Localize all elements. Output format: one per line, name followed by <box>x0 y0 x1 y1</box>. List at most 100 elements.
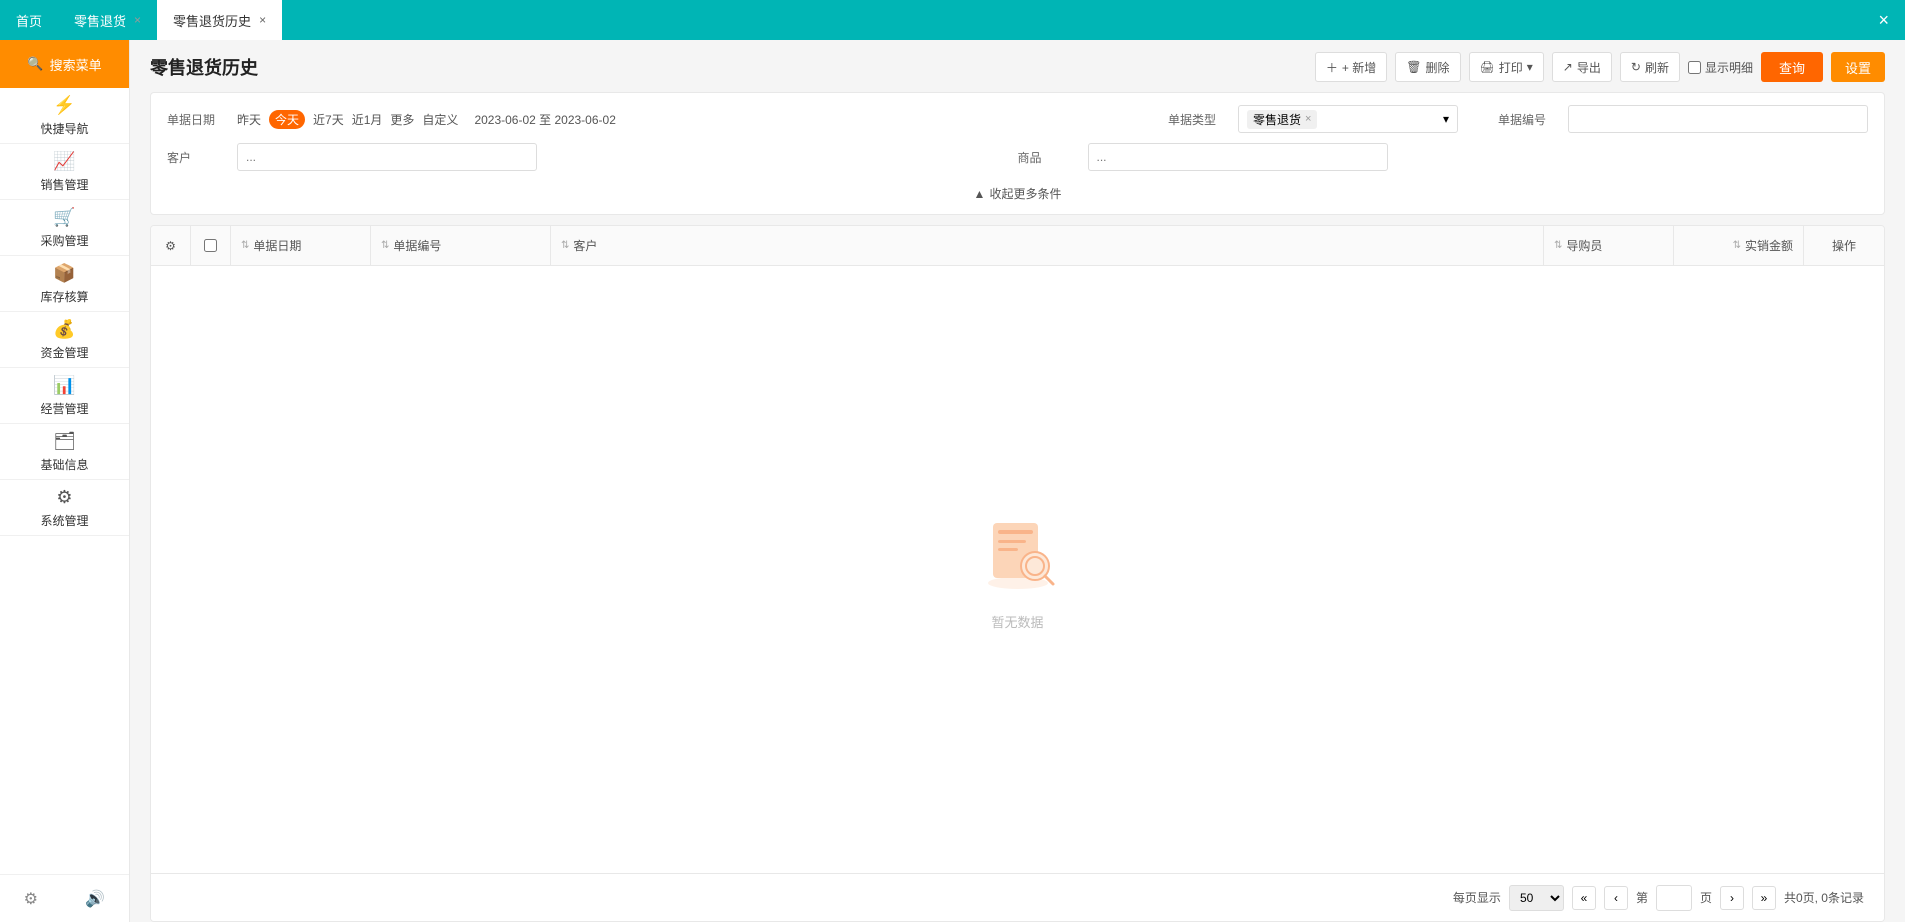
empty-text: 暂无数据 <box>991 612 1043 631</box>
type-tag-close[interactable]: × <box>1305 113 1311 125</box>
collapse-button[interactable]: ▲ 收起更多条件 <box>974 185 1062 202</box>
per-page-select[interactable]: 50 100 200 <box>1509 885 1564 911</box>
sidebar-item-purchase[interactable]: 🛒 采购管理 <box>0 200 129 256</box>
print-button[interactable]: 🖨 打印 ▾ <box>1469 52 1544 82</box>
sort-date-icon[interactable]: ⇅ <box>241 240 249 251</box>
th-customer-label: 客户 <box>573 237 597 254</box>
tab-retail-return-history-close[interactable]: × <box>259 13 266 27</box>
tab-home[interactable]: 首页 <box>0 0 58 40</box>
purchase-icon: 🛒 <box>53 207 75 228</box>
sales-icon: 📈 <box>53 151 75 172</box>
basicinfo-icon: 🗂 <box>53 431 76 452</box>
goods-filter-input[interactable] <box>1088 143 1388 171</box>
sidebar-audio-btn[interactable]: 🔊 <box>85 889 105 909</box>
customer-filter-label: 客户 <box>167 149 237 166</box>
next-page-btn[interactable]: › <box>1720 886 1744 910</box>
page-unit: 页 <box>1700 889 1712 906</box>
tab-retail-return-label: 零售退货 <box>74 11 126 30</box>
type-tag-label: 零售退货 <box>1253 111 1301 128</box>
shortcut-yesterday[interactable]: 昨天 <box>237 111 261 128</box>
shortcut-today[interactable]: 今天 <box>269 110 305 129</box>
refresh-label: 刷新 <box>1645 59 1669 76</box>
type-tag: 零售退货 × <box>1247 110 1317 129</box>
show-detail-label: 显示明细 <box>1705 59 1753 76</box>
sidebar-item-finance-label: 资金管理 <box>40 344 88 361</box>
prev-page-btn[interactable]: ‹ <box>1604 886 1628 910</box>
date-range-display: 2023-06-02 至 2023-06-02 <box>474 111 615 128</box>
sort-amount-icon[interactable]: ⇅ <box>1733 240 1741 251</box>
sidebar-item-operations[interactable]: 📊 经营管理 <box>0 368 129 424</box>
tab-retail-return-history[interactable]: 零售退货历史 × <box>157 0 282 40</box>
refresh-button[interactable]: ↻ 刷新 <box>1620 52 1680 82</box>
export-label: 导出 <box>1577 59 1601 76</box>
billno-filter-label: 单据编号 <box>1498 111 1568 128</box>
sidebar-item-inventory[interactable]: 📦 库存核算 <box>0 256 129 312</box>
page-number-input[interactable]: 1 <box>1656 885 1692 911</box>
shortcut-7days[interactable]: 近7天 <box>313 111 344 128</box>
shortcut-1month[interactable]: 近1月 <box>352 111 383 128</box>
th-customer: ⇅ 客户 <box>551 226 1544 265</box>
sidebar: 🔍 搜索菜单 ⚡ 快捷导航 📈 销售管理 🛒 采购管理 📦 库存核算 💰 资金管… <box>0 40 130 922</box>
page-label: 第 <box>1636 889 1648 906</box>
show-detail-checkbox-label[interactable]: 显示明细 <box>1688 59 1753 76</box>
per-page-label: 每页显示 <box>1453 889 1501 906</box>
show-detail-checkbox[interactable] <box>1688 61 1701 74</box>
th-checkbox[interactable] <box>191 226 231 265</box>
sort-guide-icon[interactable]: ⇅ <box>1554 240 1562 251</box>
tab-home-label: 首页 <box>16 11 42 30</box>
sort-billno-icon[interactable]: ⇅ <box>381 240 389 251</box>
th-settings[interactable]: ⚙ <box>151 226 191 265</box>
window-close-icon[interactable]: × <box>1878 10 1889 31</box>
tab-retail-return-close[interactable]: × <box>134 13 141 27</box>
shortcut-custom[interactable]: 自定义 <box>422 111 458 128</box>
sort-customer-icon[interactable]: ⇅ <box>561 240 569 251</box>
last-page-btn[interactable]: » <box>1752 886 1776 910</box>
system-icon: ⚙ <box>56 487 72 508</box>
filter-row-2: 客户 商品 <box>167 143 1868 171</box>
settings-button[interactable]: 设置 <box>1831 52 1885 82</box>
sidebar-bottom: ⚙ 🔊 <box>0 874 129 922</box>
new-label: + 新增 <box>1342 59 1376 76</box>
query-button[interactable]: 查询 <box>1761 52 1823 82</box>
sidebar-search-label: 搜索菜单 <box>50 55 102 74</box>
new-button[interactable]: ＋ + 新增 <box>1315 52 1387 82</box>
first-page-btn[interactable]: « <box>1572 886 1596 910</box>
top-tab-bar: 首页 零售退货 × 零售退货历史 × × <box>0 0 1905 40</box>
select-all-checkbox[interactable] <box>204 239 217 252</box>
type-filter-select[interactable]: 零售退货 × ▾ <box>1238 105 1458 133</box>
sidebar-search[interactable]: 🔍 搜索菜单 <box>0 40 129 88</box>
tab-retail-return-history-label: 零售退货历史 <box>173 11 251 30</box>
collapse-label: 收起更多条件 <box>989 185 1061 202</box>
th-guide-label: 导购员 <box>1566 237 1602 254</box>
goods-filter-label: 商品 <box>1018 149 1088 166</box>
tab-retail-return[interactable]: 零售退货 × <box>58 0 157 40</box>
delete-label: 删除 <box>1426 59 1450 76</box>
type-select-arrow: ▾ <box>1443 112 1449 126</box>
page-header: 零售退货历史 ＋ + 新增 🗑 删除 🖨 打印 ▾ ↗ 导出 <box>130 40 1905 82</box>
sidebar-item-system[interactable]: ⚙ 系统管理 <box>0 480 129 536</box>
sidebar-item-finance[interactable]: 💰 资金管理 <box>0 312 129 368</box>
refresh-icon: ↻ <box>1631 60 1641 74</box>
sidebar-item-quicknav-label: 快捷导航 <box>40 120 88 137</box>
sidebar-item-sales[interactable]: 📈 销售管理 <box>0 144 129 200</box>
sidebar-item-sales-label: 销售管理 <box>40 176 88 193</box>
print-icon: 🖨 <box>1480 60 1495 74</box>
sidebar-item-quicknav[interactable]: ⚡ 快捷导航 <box>0 88 129 144</box>
sidebar-item-basicinfo[interactable]: 🗂 基础信息 <box>0 424 129 480</box>
sidebar-item-operations-label: 经营管理 <box>40 400 88 417</box>
page-title: 零售退货历史 <box>150 54 258 80</box>
customer-filter-input[interactable] <box>237 143 537 171</box>
filter-row-1: 单据日期 昨天 今天 近7天 近1月 更多 自定义 2023-06-02 至 2… <box>167 105 1868 133</box>
inventory-icon: 📦 <box>53 263 75 284</box>
shortcut-more[interactable]: 更多 <box>390 111 414 128</box>
sidebar-settings-btn[interactable]: ⚙ <box>24 889 38 909</box>
table-container: ⚙ ⇅ 单据日期 ⇅ 单据编号 ⇅ 客户 ⇅ 导购员 <box>150 225 1885 922</box>
billno-filter-input[interactable] <box>1568 105 1868 133</box>
main-layout: 🔍 搜索菜单 ⚡ 快捷导航 📈 销售管理 🛒 采购管理 📦 库存核算 💰 资金管… <box>0 40 1905 922</box>
search-icon: 🔍 <box>27 56 43 72</box>
delete-button[interactable]: 🗑 删除 <box>1395 52 1460 82</box>
export-button[interactable]: ↗ 导出 <box>1552 52 1612 82</box>
th-action: 操作 <box>1804 226 1884 265</box>
sidebar-item-basicinfo-label: 基础信息 <box>40 456 88 473</box>
th-date-label: 单据日期 <box>253 237 301 254</box>
